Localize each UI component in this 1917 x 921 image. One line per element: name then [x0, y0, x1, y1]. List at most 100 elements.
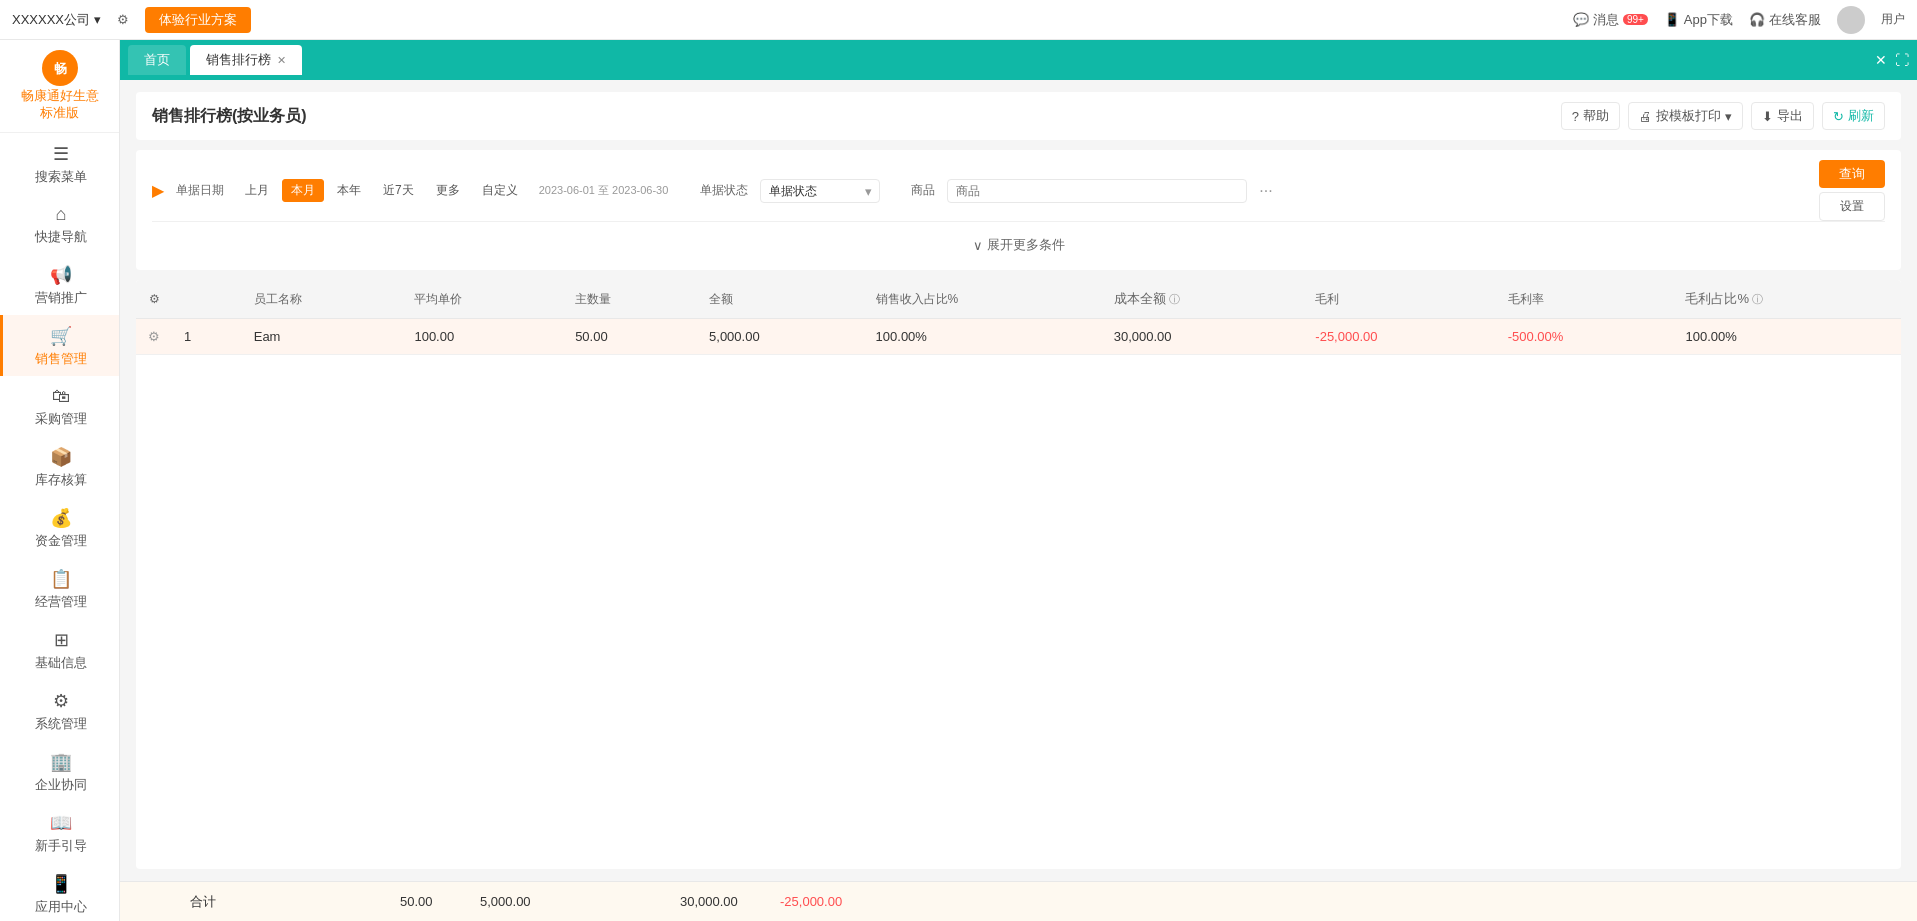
col-avg-price: 平均单价 [402, 280, 563, 319]
table-spacer [136, 355, 1901, 869]
message-button[interactable]: 💬 消息 99+ [1573, 11, 1648, 29]
date-tab-7days[interactable]: 近7天 [374, 179, 423, 202]
date-tab-last-month[interactable]: 上月 [236, 179, 278, 202]
page-header: 销售排行榜(按业务员) ? 帮助 🖨 按模板打印 ▾ ⬇ 导出 [136, 92, 1901, 140]
cell-gross-pct: 100.00% [1673, 319, 1901, 355]
sidebar-item-inventory[interactable]: 📦 库存核算 [0, 436, 119, 497]
sidebar-item-operation[interactable]: 📋 经营管理 [0, 558, 119, 619]
company-selector[interactable]: XXXXXX公司 ▾ [12, 11, 101, 29]
top-bar: XXXXXX公司 ▾ ⚙ 体验行业方案 💬 消息 99+ 📱 App下载 🎧 在… [0, 0, 1917, 40]
finance-icon: 💰 [50, 507, 72, 529]
settings-icon[interactable]: ⚙ [109, 6, 137, 34]
date-tab-this-month[interactable]: 本月 [282, 179, 324, 202]
tab-close-icon[interactable]: ✕ [277, 54, 286, 67]
expand-more-button[interactable]: ∨ 展开更多条件 [973, 236, 1065, 254]
system-icon: ⚙ [53, 690, 69, 712]
tab-expand-icon[interactable]: ⛶ [1895, 52, 1909, 68]
col-rank [172, 280, 242, 319]
query-button[interactable]: 查询 [1819, 160, 1885, 188]
help-button[interactable]: ? 帮助 [1561, 102, 1620, 130]
tab-home[interactable]: 首页 [128, 45, 186, 75]
expand-more-row: ∨ 展开更多条件 [152, 221, 1885, 260]
date-tab-this-year[interactable]: 本年 [328, 179, 370, 202]
sidebar-item-label: 快捷导航 [35, 228, 87, 246]
table-body: ⚙ 1 Eam 100.00 50.00 5,000.00 100.00% 30… [136, 319, 1901, 355]
date-tab-more[interactable]: 更多 [427, 179, 469, 202]
help-icon: ? [1572, 109, 1579, 124]
search-orders-icon: ☰ [53, 143, 69, 165]
sidebar-item-basic-info[interactable]: ⊞ 基础信息 [0, 619, 119, 680]
filter-row: ▶ 单据日期 上月 本月 本年 近7天 更多 自定义 2023-06-01 至 … [152, 160, 1885, 221]
sidebar-item-label: 采购管理 [35, 410, 87, 428]
sidebar-item-system-mgmt[interactable]: ⚙ 系统管理 [0, 680, 119, 741]
content-area: 首页 销售排行榜 ✕ ✕ ⛶ 销售排行榜(按业务员) ? 帮助 [120, 40, 1917, 921]
col-gross: 毛利 [1303, 280, 1495, 319]
print-button[interactable]: 🖨 按模板打印 ▾ [1628, 102, 1743, 130]
online-service-button[interactable]: 🎧 在线客服 [1749, 11, 1821, 29]
sidebar-item-label: 销售管理 [35, 350, 87, 368]
filter-setting-button[interactable]: 设置 [1819, 192, 1885, 221]
cell-avg-price: 100.00 [402, 319, 563, 355]
total-label: 合计 [190, 893, 310, 911]
filter-expand-icon[interactable]: ▶ [152, 181, 164, 200]
sidebar-item-beginner[interactable]: 📖 新手引导 [0, 802, 119, 863]
sidebar-item-finance[interactable]: 💰 资金管理 [0, 497, 119, 558]
logo-text: 畅康通好生意 标准版 [21, 88, 99, 122]
goods-input[interactable] [947, 179, 1247, 203]
sidebar-item-label: 应用中心 [35, 898, 87, 916]
sidebar-item-marketing[interactable]: 📢 营销推广 [0, 254, 119, 315]
beginner-icon: 📖 [50, 812, 72, 834]
sidebar-item-search-orders[interactable]: ☰ 搜索菜单 [0, 133, 119, 194]
sidebar-item-sales-mgmt[interactable]: 🛒 销售管理 [0, 315, 119, 376]
message-label: 消息 [1593, 11, 1619, 29]
marketing-icon: 📢 [50, 264, 72, 286]
sidebar-item-purchase-mgmt[interactable]: 🛍 采购管理 [0, 376, 119, 436]
status-select[interactable]: 单据状态 [760, 179, 880, 203]
sidebar-item-label: 系统管理 [35, 715, 87, 733]
col-sales-pct: 销售收入占比% [864, 280, 1102, 319]
col-amount: 全额 [697, 280, 864, 319]
date-range-text: 2023-06-01 至 2023-06-30 [539, 183, 669, 198]
purchase-icon: 🛍 [52, 386, 70, 407]
sidebar-item-app-center[interactable]: 📱 应用中心 [0, 863, 119, 921]
tab-close-all-icon[interactable]: ✕ [1875, 52, 1887, 68]
sidebar-item-enterprise-coop[interactable]: 🏢 企业协同 [0, 741, 119, 802]
col-settings[interactable]: ⚙ [136, 280, 172, 319]
avatar[interactable] [1837, 6, 1865, 34]
cell-settings[interactable]: ⚙ [136, 319, 172, 355]
sidebar-item-quick-nav[interactable]: ⌂ 快捷导航 [0, 194, 119, 254]
app-icon: 📱 [1664, 12, 1680, 27]
print-dropdown-icon: ▾ [1725, 109, 1732, 124]
main-layout: 畅 畅康通好生意 标准版 ☰ 搜索菜单 ⌂ 快捷导航 📢 营销推广 🛒 销售管理… [0, 40, 1917, 921]
tab-sales-ranking[interactable]: 销售排行榜 ✕ [190, 45, 302, 75]
home-icon: ⌂ [56, 204, 67, 225]
refresh-button[interactable]: ↻ 刷新 [1822, 102, 1885, 130]
inventory-icon: 📦 [50, 446, 72, 468]
sidebar-item-label: 资金管理 [35, 532, 87, 550]
table-row: ⚙ 1 Eam 100.00 50.00 5,000.00 100.00% 30… [136, 319, 1901, 355]
export-button[interactable]: ⬇ 导出 [1751, 102, 1814, 130]
sidebar-item-label: 经营管理 [35, 593, 87, 611]
gross-pct-info-icon[interactable]: ⓘ [1752, 293, 1763, 305]
refresh-icon: ↻ [1833, 109, 1844, 124]
app-download-button[interactable]: 📱 App下载 [1664, 11, 1733, 29]
enterprise-icon: 🏢 [50, 751, 72, 773]
cell-employee: Eam [242, 319, 403, 355]
trial-button[interactable]: 体验行业方案 [145, 7, 251, 33]
tab-bar-right: ✕ ⛶ [1875, 52, 1909, 68]
col-gross-pct: 毛利占比% ⓘ [1673, 280, 1901, 319]
total-cost: 30,000.00 [680, 894, 780, 909]
date-tab-custom[interactable]: 自定义 [473, 179, 527, 202]
sidebar-item-label: 营销推广 [35, 289, 87, 307]
sidebar-item-label: 库存核算 [35, 471, 87, 489]
sidebar-item-label: 企业协同 [35, 776, 87, 794]
sidebar: 畅 畅康通好生意 标准版 ☰ 搜索菜单 ⌂ 快捷导航 📢 营销推广 🛒 销售管理… [0, 40, 120, 921]
more-options-icon[interactable]: ··· [1259, 182, 1272, 200]
export-icon: ⬇ [1762, 109, 1773, 124]
page-actions: ? 帮助 🖨 按模板打印 ▾ ⬇ 导出 ↻ 刷新 [1561, 102, 1885, 130]
page-content: 销售排行榜(按业务员) ? 帮助 🖨 按模板打印 ▾ ⬇ 导出 [120, 80, 1917, 881]
date-tabs: 上月 本月 本年 近7天 更多 自定义 [236, 179, 527, 202]
cost-info-icon[interactable]: ⓘ [1169, 293, 1180, 305]
col-quantity: 主数量 [563, 280, 697, 319]
col-gross-rate: 毛利率 [1496, 280, 1674, 319]
